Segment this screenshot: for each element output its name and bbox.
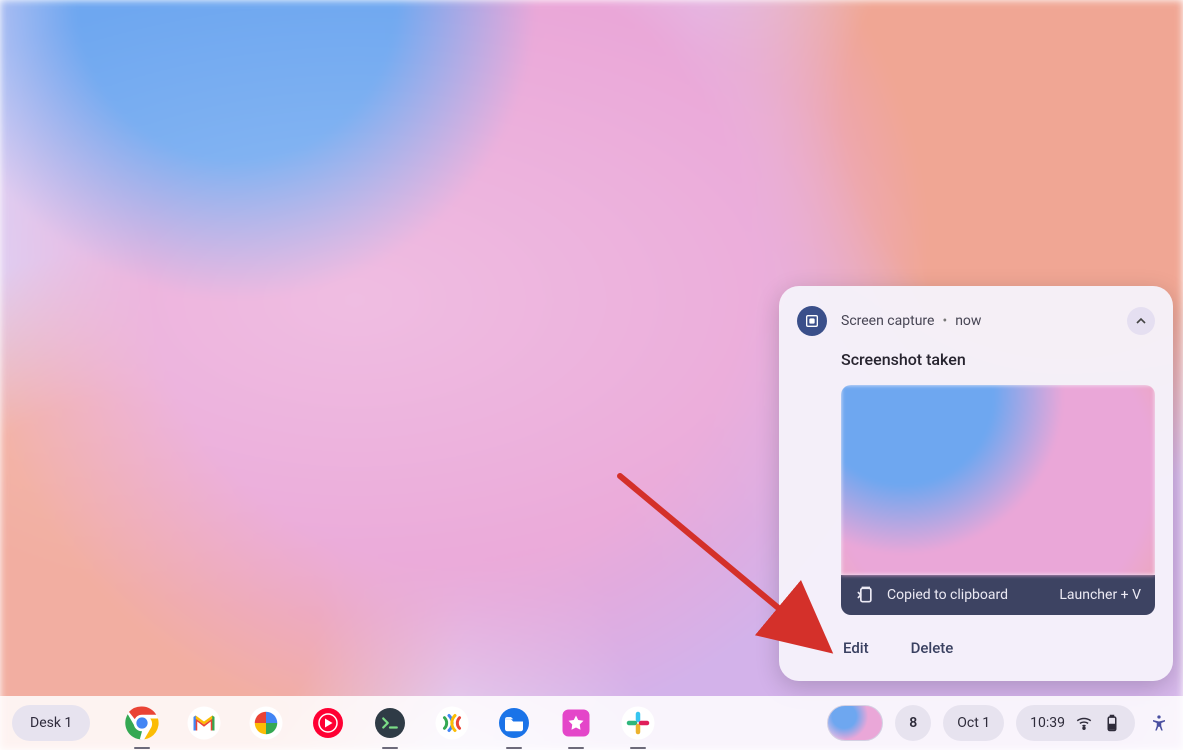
notification-header: Screen capture • now xyxy=(797,306,1155,336)
calendar-button[interactable]: Oct 1 xyxy=(943,705,1004,741)
notification-separator: • xyxy=(942,313,947,329)
media-icon xyxy=(558,705,594,741)
screenshot-notification: Screen capture • now Screenshot taken Co… xyxy=(779,286,1173,681)
app-terminal[interactable] xyxy=(370,703,410,743)
app-audio[interactable] xyxy=(432,703,472,743)
wifi-icon xyxy=(1075,714,1093,732)
accessibility-button[interactable] xyxy=(1147,705,1171,741)
clipboard-shortcut: Launcher + V xyxy=(1059,587,1141,603)
photos-icon xyxy=(248,705,284,741)
gmail-icon xyxy=(186,705,222,741)
youtube-music-icon xyxy=(310,705,346,741)
shelf: Desk 1 xyxy=(0,696,1183,750)
chrome-icon xyxy=(124,705,160,741)
accessibility-icon xyxy=(1150,714,1168,732)
audio-icon xyxy=(434,705,470,741)
terminal-icon xyxy=(372,705,408,741)
app-files[interactable] xyxy=(494,703,534,743)
screenshot-thumbnail xyxy=(841,385,1155,575)
app-gmail[interactable] xyxy=(184,703,224,743)
overview-button[interactable] xyxy=(827,705,883,741)
app-slack[interactable] xyxy=(618,703,658,743)
chevron-up-icon xyxy=(1133,313,1149,329)
notification-app-name: Screen capture xyxy=(841,313,934,329)
clipboard-status-bar: Copied to clipboard Launcher + V xyxy=(841,575,1155,615)
app-youtube-music[interactable] xyxy=(308,703,348,743)
screenshot-preview[interactable]: Copied to clipboard Launcher + V xyxy=(841,385,1155,615)
status-tray[interactable]: 10:39 xyxy=(1016,705,1135,741)
delete-button[interactable]: Delete xyxy=(909,635,956,661)
battery-icon xyxy=(1103,714,1121,732)
notification-actions: Edit Delete xyxy=(841,635,1155,661)
notification-counter[interactable]: 8 xyxy=(895,705,931,741)
clock-label: 10:39 xyxy=(1030,715,1065,731)
notification-time: now xyxy=(955,313,981,329)
notification-count: 8 xyxy=(909,715,917,731)
files-icon xyxy=(496,705,532,741)
slack-icon xyxy=(620,705,656,741)
clipboard-status-text: Copied to clipboard xyxy=(887,587,1008,603)
app-photos[interactable] xyxy=(246,703,286,743)
desk-label: Desk 1 xyxy=(30,715,72,731)
date-label: Oct 1 xyxy=(957,715,990,731)
pinned-apps xyxy=(122,703,658,743)
collapse-button[interactable] xyxy=(1127,307,1155,335)
app-chrome[interactable] xyxy=(122,703,162,743)
desk-switcher[interactable]: Desk 1 xyxy=(12,705,90,741)
edit-button[interactable]: Edit xyxy=(841,635,871,661)
app-media[interactable] xyxy=(556,703,596,743)
screen-capture-icon xyxy=(797,306,827,336)
notification-source: Screen capture • now xyxy=(841,313,1113,329)
clipboard-icon xyxy=(855,585,875,605)
notification-title: Screenshot taken xyxy=(841,350,1155,369)
